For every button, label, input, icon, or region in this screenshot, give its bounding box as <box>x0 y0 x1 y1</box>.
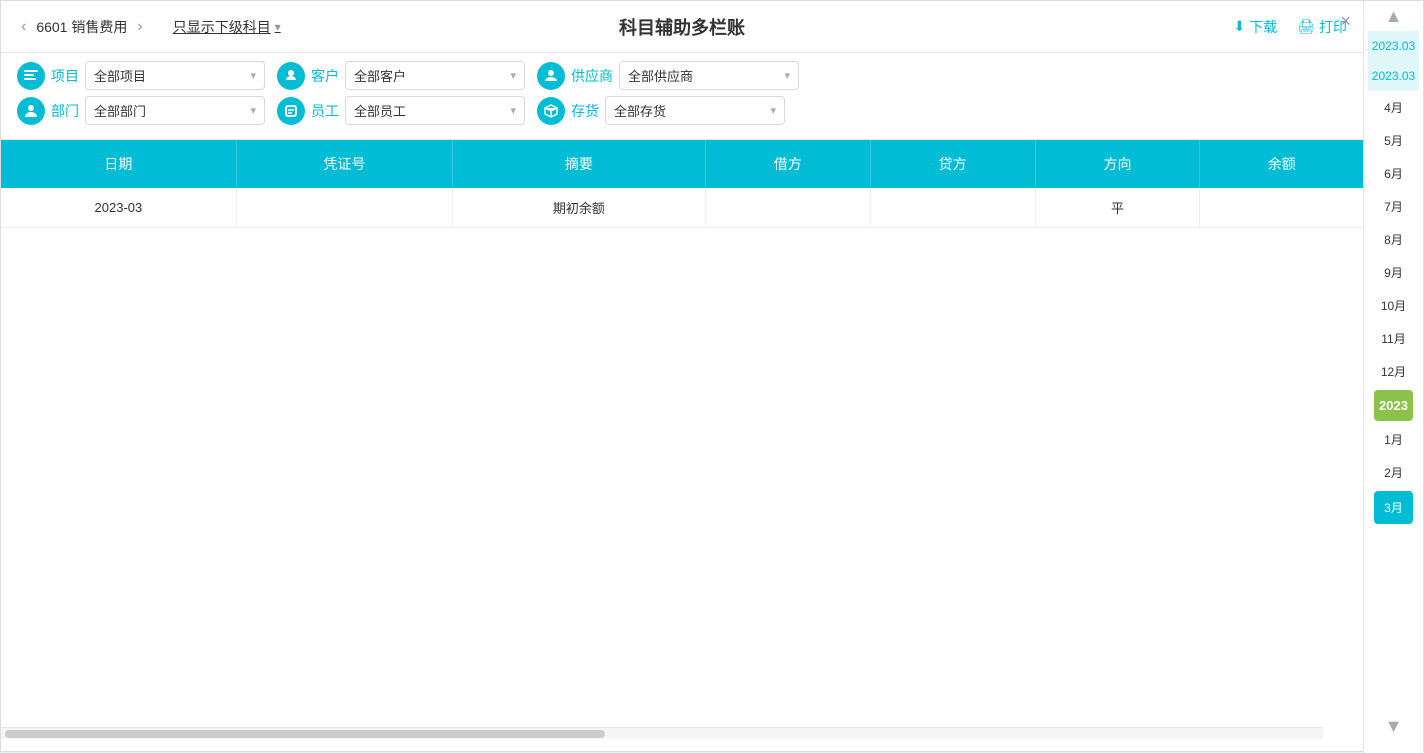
cell-credit <box>870 188 1035 228</box>
right-panel-item-12[interactable]: 1月 <box>1368 423 1419 456</box>
customer-select[interactable]: 全部客户 ▾ <box>345 61 525 90</box>
download-icon: ⬇ <box>1233 18 1245 35</box>
download-label: 下载 <box>1249 17 1277 37</box>
col-credit: 贷方 <box>870 140 1035 188</box>
customer-arrow-icon: ▾ <box>510 69 516 82</box>
top-actions: ⬇ 下载 🖨 打印 <box>1233 17 1347 37</box>
right-panel-item-7[interactable]: 9月 <box>1368 256 1419 289</box>
cell-debit <box>705 188 870 228</box>
employee-select[interactable]: 全部员工 ▾ <box>345 96 525 125</box>
show-sub-label: 只显示下级科目 <box>173 17 271 37</box>
right-panel-item-5[interactable]: 7月 <box>1368 190 1419 223</box>
employee-arrow-icon: ▾ <box>510 104 516 117</box>
nav-next-button[interactable]: › <box>133 16 146 38</box>
main-window: ‹ 6601 销售费用 › 只显示下级科目 ▾ 科目辅助多栏账 ⬇ 下载 🖨 打… <box>0 0 1424 752</box>
nav-prev-button[interactable]: ‹ <box>17 16 30 38</box>
right-panel: ▲ 2023.032023.034月5月6月7月8月9月10月11月12月202… <box>1363 1 1423 753</box>
customer-label: 客户 <box>311 66 339 86</box>
inventory-icon <box>537 97 565 125</box>
project-label: 项目 <box>51 66 79 86</box>
right-panel-item-0[interactable]: 2023.03 <box>1368 31 1419 61</box>
col-voucher: 凭证号 <box>236 140 452 188</box>
project-select[interactable]: 全部项目 ▾ <box>85 61 265 90</box>
dept-label: 部门 <box>51 101 79 121</box>
cell-summary: 期初余额 <box>452 188 705 228</box>
supplier-select[interactable]: 全部供应商 ▾ <box>619 61 799 90</box>
right-panel-item-2[interactable]: 4月 <box>1368 91 1419 124</box>
h-scrollbar-thumb[interactable] <box>5 730 605 738</box>
dept-value: 全部部门 <box>94 101 246 120</box>
supplier-label: 供应商 <box>571 66 613 86</box>
show-sub-dropdown[interactable]: 只显示下级科目 ▾ <box>173 17 281 37</box>
inventory-arrow-icon: ▾ <box>770 104 776 117</box>
employee-value: 全部员工 <box>354 101 506 120</box>
supplier-icon <box>537 62 565 90</box>
top-bar: ‹ 6601 销售费用 › 只显示下级科目 ▾ 科目辅助多栏账 ⬇ 下载 🖨 打… <box>1 1 1363 53</box>
content-area: ‹ 6601 销售费用 › 只显示下级科目 ▾ 科目辅助多栏账 ⬇ 下载 🖨 打… <box>1 1 1363 739</box>
right-panel-item-11[interactable]: 2023 <box>1374 390 1413 421</box>
filter-area: 项目 全部项目 ▾ 客户 全部客户 ▾ <box>1 53 1363 140</box>
filter-item-dept: 部门 全部部门 ▾ <box>17 96 265 125</box>
col-direction: 方向 <box>1035 140 1200 188</box>
account-code: 6601 销售费用 <box>36 17 127 37</box>
supplier-value: 全部供应商 <box>628 66 780 85</box>
right-nav-up[interactable]: ▲ <box>1364 1 1423 31</box>
print-icon: 🖨 <box>1297 18 1315 35</box>
dept-icon <box>17 97 45 125</box>
col-balance: 余额 <box>1200 140 1363 188</box>
data-table: 日期 凭证号 摘要 借方 贷方 方向 余额 2023-03 期初余额 平 <box>1 140 1363 228</box>
employee-icon <box>277 97 305 125</box>
project-icon <box>17 62 45 90</box>
filter-row-2: 部门 全部部门 ▾ 员工 全部员 <box>17 96 1347 125</box>
close-button[interactable]: × <box>1340 11 1351 32</box>
right-panel-item-14[interactable]: 3月 <box>1374 491 1413 524</box>
show-sub-arrow-icon: ▾ <box>275 20 281 34</box>
right-panel-item-1[interactable]: 2023.03 <box>1368 61 1419 91</box>
h-scrollbar[interactable] <box>1 727 1323 739</box>
download-button[interactable]: ⬇ 下载 <box>1233 17 1277 37</box>
filter-item-supplier: 供应商 全部供应商 ▾ <box>537 61 799 90</box>
right-panel-item-3[interactable]: 5月 <box>1368 124 1419 157</box>
inventory-value: 全部存货 <box>614 101 766 120</box>
right-panel-item-13[interactable]: 2月 <box>1368 456 1419 489</box>
customer-value: 全部客户 <box>354 66 506 85</box>
dept-select[interactable]: 全部部门 ▾ <box>85 96 265 125</box>
cell-date: 2023-03 <box>1 188 236 228</box>
cell-voucher <box>236 188 452 228</box>
right-panel-item-8[interactable]: 10月 <box>1368 289 1419 322</box>
filter-item-employee: 员工 全部员工 ▾ <box>277 96 525 125</box>
col-summary: 摘要 <box>452 140 705 188</box>
right-panel-item-6[interactable]: 8月 <box>1368 223 1419 256</box>
inventory-label: 存货 <box>571 101 599 121</box>
col-debit: 借方 <box>705 140 870 188</box>
right-panel-item-10[interactable]: 12月 <box>1368 355 1419 388</box>
page-title: 科目辅助多栏账 <box>619 14 745 40</box>
inventory-select[interactable]: 全部存货 ▾ <box>605 96 785 125</box>
project-arrow-icon: ▾ <box>250 69 256 82</box>
filter-item-inventory: 存货 全部存货 ▾ <box>537 96 785 125</box>
filter-item-customer: 客户 全部客户 ▾ <box>277 61 525 90</box>
filter-row-1: 项目 全部项目 ▾ 客户 全部客户 ▾ <box>17 61 1347 90</box>
nav-left: ‹ 6601 销售费用 › 只显示下级科目 ▾ <box>17 16 281 38</box>
supplier-arrow-icon: ▾ <box>784 69 790 82</box>
table-row: 2023-03 期初余额 平 <box>1 188 1363 228</box>
cell-balance <box>1200 188 1363 228</box>
cell-direction: 平 <box>1035 188 1200 228</box>
customer-icon <box>277 62 305 90</box>
table-header-row: 日期 凭证号 摘要 借方 贷方 方向 余额 <box>1 140 1363 188</box>
dept-arrow-icon: ▾ <box>250 104 256 117</box>
col-date: 日期 <box>1 140 236 188</box>
right-panel-item-9[interactable]: 11月 <box>1368 322 1419 355</box>
employee-label: 员工 <box>311 101 339 121</box>
filter-item-project: 项目 全部项目 ▾ <box>17 61 265 90</box>
right-panel-item-4[interactable]: 6月 <box>1368 157 1419 190</box>
project-value: 全部项目 <box>94 66 246 85</box>
table-wrapper[interactable]: 日期 凭证号 摘要 借方 贷方 方向 余额 2023-03 期初余额 平 <box>1 140 1363 739</box>
right-nav-down[interactable]: ▼ <box>1364 711 1423 741</box>
